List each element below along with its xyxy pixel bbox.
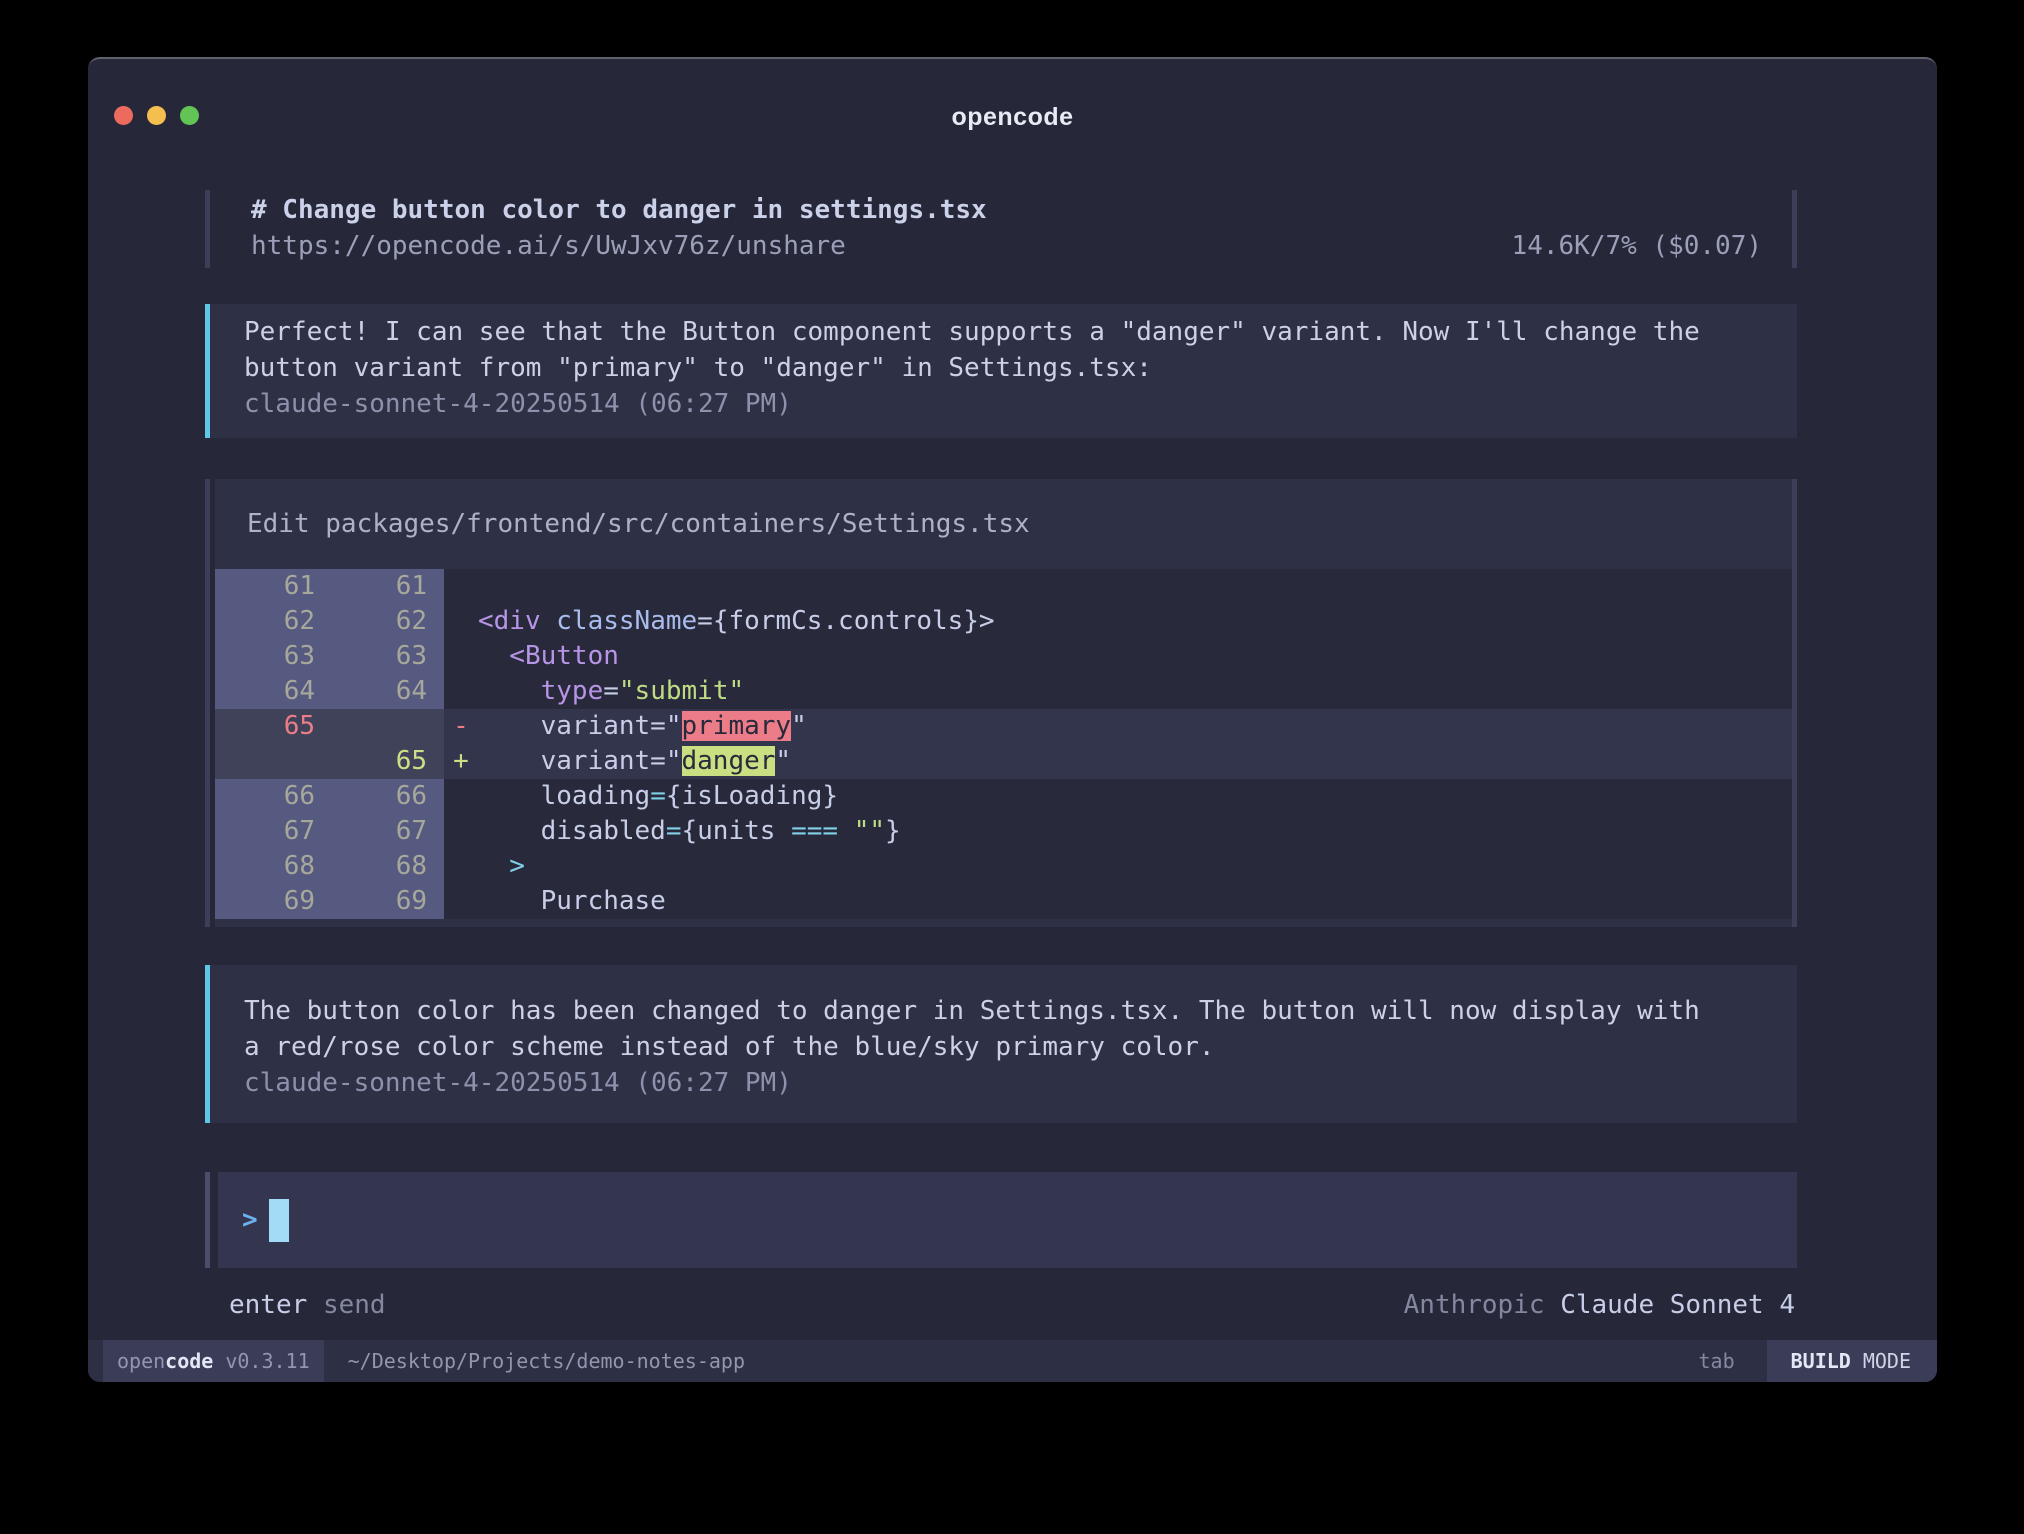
session-title: # Change button color to danger in setti…: [251, 192, 1762, 228]
mode-suffix: MODE: [1863, 1349, 1911, 1373]
old-line-number: [215, 744, 315, 779]
edit-tool-block: Edit packages/frontend/src/containers/Se…: [205, 479, 1797, 927]
diff-marker: [444, 639, 478, 674]
new-line-number: 68: [315, 849, 427, 884]
new-line-number: 62: [315, 604, 427, 639]
old-line-number: 65: [215, 709, 315, 744]
old-line-number: 69: [215, 884, 315, 919]
code-line: >: [478, 849, 1792, 884]
app-window: opencode # Change button color to danger…: [88, 57, 1937, 1382]
diff-marker: [444, 849, 478, 884]
app-version-chip: opencode v0.3.11: [103, 1340, 324, 1382]
diff-marker: -: [444, 709, 478, 744]
text-cursor: [269, 1199, 289, 1242]
diff-row: 6868 >: [215, 849, 1792, 884]
old-line-number: 66: [215, 779, 315, 814]
new-line-number: 63: [315, 639, 427, 674]
app-name-part-bold: code: [165, 1349, 213, 1373]
diff-view: 61616262 <div className={formCs.controls}…: [215, 569, 1792, 919]
diff-row: 65 - variant="primary": [215, 709, 1792, 744]
diff-row: 6161: [215, 569, 1792, 604]
titlebar: opencode: [88, 59, 1937, 147]
new-line-number: 64: [315, 674, 427, 709]
diff-row: 6262 <div className={formCs.controls}>: [215, 604, 1792, 639]
message-meta: claude-sonnet-4-20250514 (06:27 PM): [244, 386, 1767, 422]
new-line-number: 69: [315, 884, 427, 919]
assistant-message: The button color has been changed to dan…: [205, 965, 1797, 1123]
message-text-line: a red/rose color scheme instead of the b…: [244, 1029, 1767, 1065]
diff-row: 6363 <Button: [215, 639, 1792, 674]
code-line: [478, 569, 1792, 604]
new-line-number: [315, 709, 427, 744]
prompt-symbol: >: [242, 1205, 258, 1235]
edit-file-path: Edit packages/frontend/src/containers/Se…: [215, 479, 1792, 569]
diff-marker: [444, 569, 478, 604]
terminal-content: # Change button color to danger in setti…: [88, 147, 1937, 1340]
new-line-number: 67: [315, 814, 427, 849]
message-text-line: Perfect! I can see that the Button compo…: [244, 314, 1767, 350]
old-line-number: 62: [215, 604, 315, 639]
message-text-line: button variant from "primary" to "danger…: [244, 350, 1767, 386]
diff-marker: [444, 884, 478, 919]
session-right-border: [1792, 190, 1797, 268]
old-line-number: 67: [215, 814, 315, 849]
app-name-part: open: [117, 1349, 165, 1373]
new-line-number: 66: [315, 779, 427, 814]
enter-key-hint: enter: [229, 1290, 307, 1320]
diff-row: 6969 Purchase: [215, 884, 1792, 919]
diff-row: 6666 loading={isLoading}: [215, 779, 1792, 814]
share-url[interactable]: https://opencode.ai/s/UwJxv76z: [251, 231, 721, 261]
diff-marker: [444, 814, 478, 849]
prompt-input-row: >: [205, 1172, 1797, 1268]
code-line: <Button: [478, 639, 1792, 674]
assistant-message: Perfect! I can see that the Button compo…: [205, 304, 1797, 438]
unshare-command[interactable]: /unshare: [721, 231, 846, 261]
diff-marker: [444, 604, 478, 639]
token-usage: 14.6K/7% ($0.07): [1512, 228, 1762, 264]
new-line-number: 65: [315, 744, 427, 779]
provider-label: Anthropic: [1404, 1290, 1545, 1320]
mode-name: BUILD: [1791, 1349, 1851, 1373]
working-directory: ~/Desktop/Projects/demo-notes-app: [324, 1340, 745, 1382]
old-line-number: 61: [215, 569, 315, 604]
diff-row: 65 + variant="danger": [215, 744, 1792, 779]
old-line-number: 63: [215, 639, 315, 674]
tab-key-hint: tab: [1698, 1340, 1762, 1382]
diff-row: 6767 disabled={units === ""}: [215, 814, 1792, 849]
code-line: disabled={units === ""}: [478, 814, 1792, 849]
diff-marker: [444, 674, 478, 709]
mode-chip[interactable]: BUILD MODE: [1767, 1340, 1937, 1382]
new-line-number: 61: [315, 569, 427, 604]
code-line: loading={isLoading}: [478, 779, 1792, 814]
prompt-input[interactable]: >: [218, 1172, 1797, 1268]
code-line: variant="danger": [478, 744, 1792, 779]
hint-footer: enter send Anthropic Claude Sonnet 4: [205, 1290, 1797, 1320]
send-action-hint: send: [323, 1290, 386, 1320]
status-bar: opencode v0.3.11 ~/Desktop/Projects/demo-…: [88, 1340, 1937, 1382]
diff-marker: [444, 779, 478, 814]
diff-row: 6464 type="submit": [215, 674, 1792, 709]
session-header: # Change button color to danger in setti…: [205, 190, 1797, 268]
code-line: type="submit": [478, 674, 1792, 709]
code-line: Purchase: [478, 884, 1792, 919]
old-line-number: 64: [215, 674, 315, 709]
message-text-line: The button color has been changed to dan…: [244, 993, 1767, 1029]
diff-marker: +: [444, 744, 478, 779]
code-line: variant="primary": [478, 709, 1792, 744]
message-meta: claude-sonnet-4-20250514 (06:27 PM): [244, 1065, 1767, 1101]
old-line-number: 68: [215, 849, 315, 884]
model-label: Claude Sonnet 4: [1560, 1290, 1795, 1320]
code-line: <div className={formCs.controls}>: [478, 604, 1792, 639]
app-version: v0.3.11: [225, 1349, 309, 1373]
window-title: opencode: [88, 103, 1937, 132]
edit-right-border: [1792, 479, 1797, 927]
